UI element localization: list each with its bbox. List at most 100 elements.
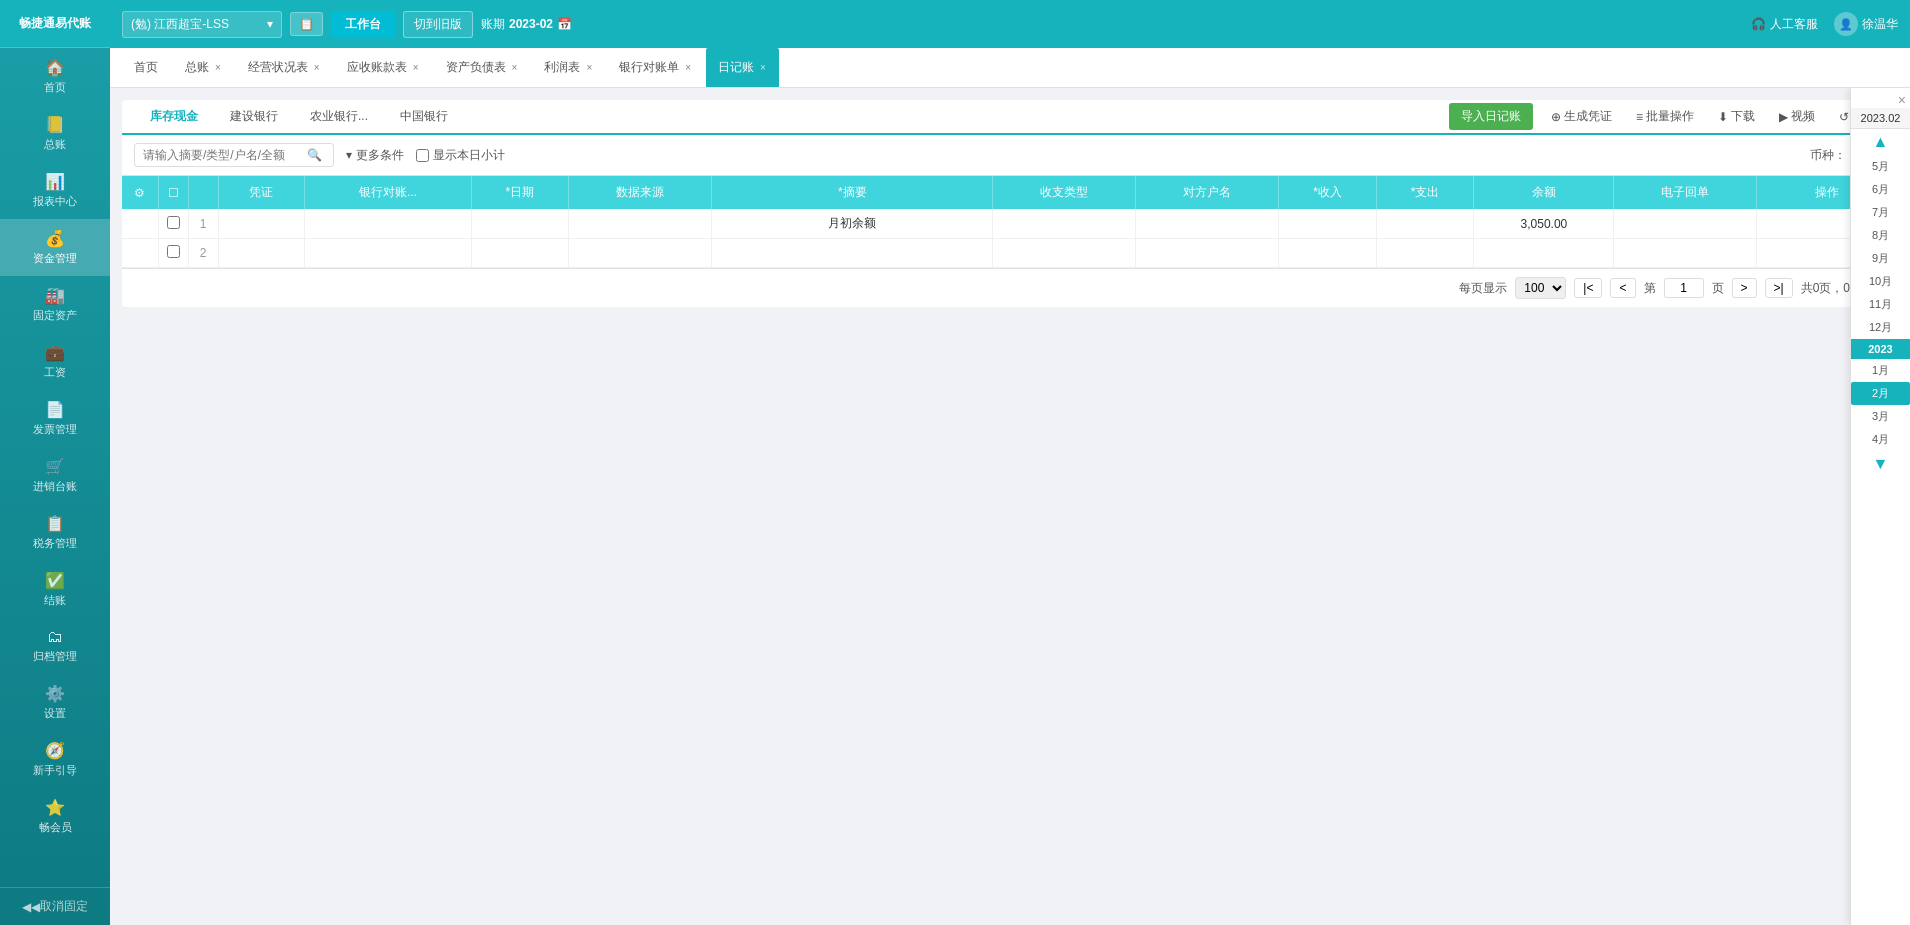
sidebar-item-archive[interactable]: 🗂 归档管理: [0, 618, 110, 674]
tab-bar: 首页 总账 × 经营状况表 × 应收账款表 × 资产负债表 × 利润表 × 银行…: [110, 48, 1910, 88]
more-conditions-button[interactable]: ▾ 更多条件: [346, 147, 404, 164]
col-bank-no: 银行对账...: [305, 176, 471, 209]
sidebar-item-home[interactable]: 🏠 首页: [0, 48, 110, 105]
sidebar-item-member[interactable]: ⭐ 畅会员: [0, 788, 110, 845]
archive-icon: 🗂: [47, 628, 63, 646]
sidebar-item-purchase[interactable]: 🛒 进销台账: [0, 447, 110, 504]
col-settings[interactable]: ⚙: [122, 176, 158, 209]
per-page-select[interactable]: 100 50 200: [1515, 277, 1566, 299]
tab-status-close[interactable]: ×: [314, 62, 320, 73]
row-checkbox-2[interactable]: [158, 239, 188, 268]
col-num: [188, 176, 218, 209]
tab-profit[interactable]: 利润表 ×: [532, 48, 605, 88]
calendar-close-button[interactable]: ×: [1898, 92, 1906, 108]
main-content: 库存现金 建设银行 农业银行... 中国银行 导入日记账 ⊕ 生成凭证 ≡ 批量…: [110, 88, 1910, 925]
col-checkbox[interactable]: ☐: [158, 176, 188, 209]
col-date: *日期: [471, 176, 569, 209]
sidebar-item-ledger[interactable]: 📒 总账: [0, 105, 110, 162]
headset-icon: 🎧: [1751, 17, 1766, 31]
month-2022-06[interactable]: 6月: [1851, 178, 1910, 201]
workspace-button[interactable]: 工作台: [331, 11, 395, 38]
row-balance-1: 3,050.00: [1474, 209, 1614, 239]
support-link[interactable]: 🎧 人工客服: [1751, 16, 1818, 33]
sidebar-item-settle[interactable]: ✅ 结账: [0, 561, 110, 618]
month-2023-03[interactable]: 3月: [1851, 405, 1910, 428]
col-voucher: 凭证: [218, 176, 305, 209]
month-2022-05[interactable]: 5月: [1851, 155, 1910, 178]
month-2022-09[interactable]: 9月: [1851, 247, 1910, 270]
main-area: (勉) 江西超宝-LSS ▾ 📋 工作台 切到旧版 账期 2023-02 📅 🎧…: [110, 0, 1910, 925]
tab-home[interactable]: 首页: [122, 48, 171, 88]
col-balance: 余额: [1474, 176, 1614, 209]
month-2023-04[interactable]: 4月: [1851, 428, 1910, 451]
tab-ledger[interactable]: 总账 ×: [173, 48, 234, 88]
page-input[interactable]: [1664, 278, 1704, 298]
calendar-down-arrow[interactable]: ▼: [1869, 451, 1893, 477]
first-page-button[interactable]: |<: [1574, 278, 1602, 298]
tab-journal[interactable]: 日记账 ×: [706, 48, 779, 88]
tab-bank[interactable]: 银行对账单 ×: [607, 48, 704, 88]
video-button[interactable]: ▶ 视频: [1773, 104, 1821, 129]
user-menu[interactable]: 👤 徐温华: [1834, 12, 1898, 36]
month-2023-02[interactable]: 2月: [1851, 382, 1910, 405]
month-2022-10[interactable]: 10月: [1851, 270, 1910, 293]
sidebar-item-tax[interactable]: 📋 税务管理: [0, 504, 110, 561]
next-page-button[interactable]: >: [1732, 278, 1757, 298]
sidebar-item-salary[interactable]: 💼 工资: [0, 333, 110, 390]
sub-tab-agriculture[interactable]: 农业银行...: [294, 100, 384, 135]
row-checkbox-1[interactable]: [158, 209, 188, 239]
download-button[interactable]: ⬇ 下载: [1712, 104, 1761, 129]
sidebar-item-report[interactable]: 📊 报表中心: [0, 162, 110, 219]
batch-operation-button[interactable]: ≡ 批量操作: [1630, 104, 1700, 129]
month-2022-07[interactable]: 7月: [1851, 201, 1910, 224]
sub-tab-bar: 库存现金 建设银行 农业银行... 中国银行 导入日记账 ⊕ 生成凭证 ≡ 批量…: [122, 100, 1898, 135]
tab-ledger-close[interactable]: ×: [215, 62, 221, 73]
old-version-button[interactable]: 切到旧版: [403, 11, 473, 38]
tab-assets-close[interactable]: ×: [512, 62, 518, 73]
row-summary-1: 月初余额: [712, 209, 993, 239]
sub-tab-china[interactable]: 中国银行: [384, 100, 464, 135]
sub-tab-construction[interactable]: 建设银行: [214, 100, 294, 135]
calendar-up-arrow[interactable]: ▲: [1869, 129, 1893, 155]
row2-checkbox[interactable]: [167, 245, 180, 258]
company-selector[interactable]: (勉) 江西超宝-LSS ▾: [122, 11, 282, 38]
sidebar-item-fixed[interactable]: 🏭 固定资产: [0, 276, 110, 333]
calendar-icon[interactable]: 📅: [557, 17, 572, 31]
batch-icon: ≡: [1636, 110, 1643, 124]
tab-profit-close[interactable]: ×: [586, 62, 592, 73]
month-2022-08[interactable]: 8月: [1851, 224, 1910, 247]
daily-subtotal-checkbox[interactable]: 显示本日小计: [416, 147, 505, 164]
month-2022-12[interactable]: 12月: [1851, 316, 1910, 339]
tab-receivable[interactable]: 应收账款表 ×: [335, 48, 432, 88]
month-2022-11[interactable]: 11月: [1851, 293, 1910, 316]
tab-bank-close[interactable]: ×: [685, 62, 691, 73]
sidebar-item-capital[interactable]: 💰 资金管理: [0, 219, 110, 276]
sub-tab-cash[interactable]: 库存现金: [134, 100, 214, 135]
row-counterparty-2: [1136, 239, 1279, 268]
tab-status[interactable]: 经营状况表 ×: [236, 48, 333, 88]
last-page-button[interactable]: >|: [1765, 278, 1793, 298]
tab-assets[interactable]: 资产负债表 ×: [434, 48, 531, 88]
tab-receivable-close[interactable]: ×: [413, 62, 419, 73]
pin-toggle[interactable]: ◀◀ 取消固定: [0, 887, 110, 925]
video-icon: ▶: [1779, 110, 1788, 124]
row-summary-2: [712, 239, 993, 268]
generate-voucher-button[interactable]: ⊕ 生成凭证: [1545, 104, 1618, 129]
salary-icon: 💼: [45, 343, 65, 362]
import-journal-button[interactable]: 导入日记账: [1449, 103, 1533, 130]
sidebar-item-guide[interactable]: 🧭 新手引导: [0, 731, 110, 788]
tab-journal-close[interactable]: ×: [760, 62, 766, 73]
search-icon[interactable]: 🔍: [307, 148, 322, 162]
daily-subtotal-input[interactable]: [416, 149, 429, 162]
sidebar-item-invoice[interactable]: 📄 发票管理: [0, 390, 110, 447]
refresh-icon: ↺: [1839, 110, 1849, 124]
sidebar-item-settings[interactable]: ⚙️ 设置: [0, 674, 110, 731]
member-icon: ⭐: [45, 798, 65, 817]
row1-checkbox[interactable]: [167, 216, 180, 229]
row-income-type-2: [993, 239, 1136, 268]
copy-button[interactable]: 📋: [290, 12, 323, 36]
row-expense-2: [1376, 239, 1474, 268]
search-input[interactable]: [143, 148, 303, 162]
prev-page-button[interactable]: <: [1610, 278, 1635, 298]
month-2023-01[interactable]: 1月: [1851, 359, 1910, 382]
